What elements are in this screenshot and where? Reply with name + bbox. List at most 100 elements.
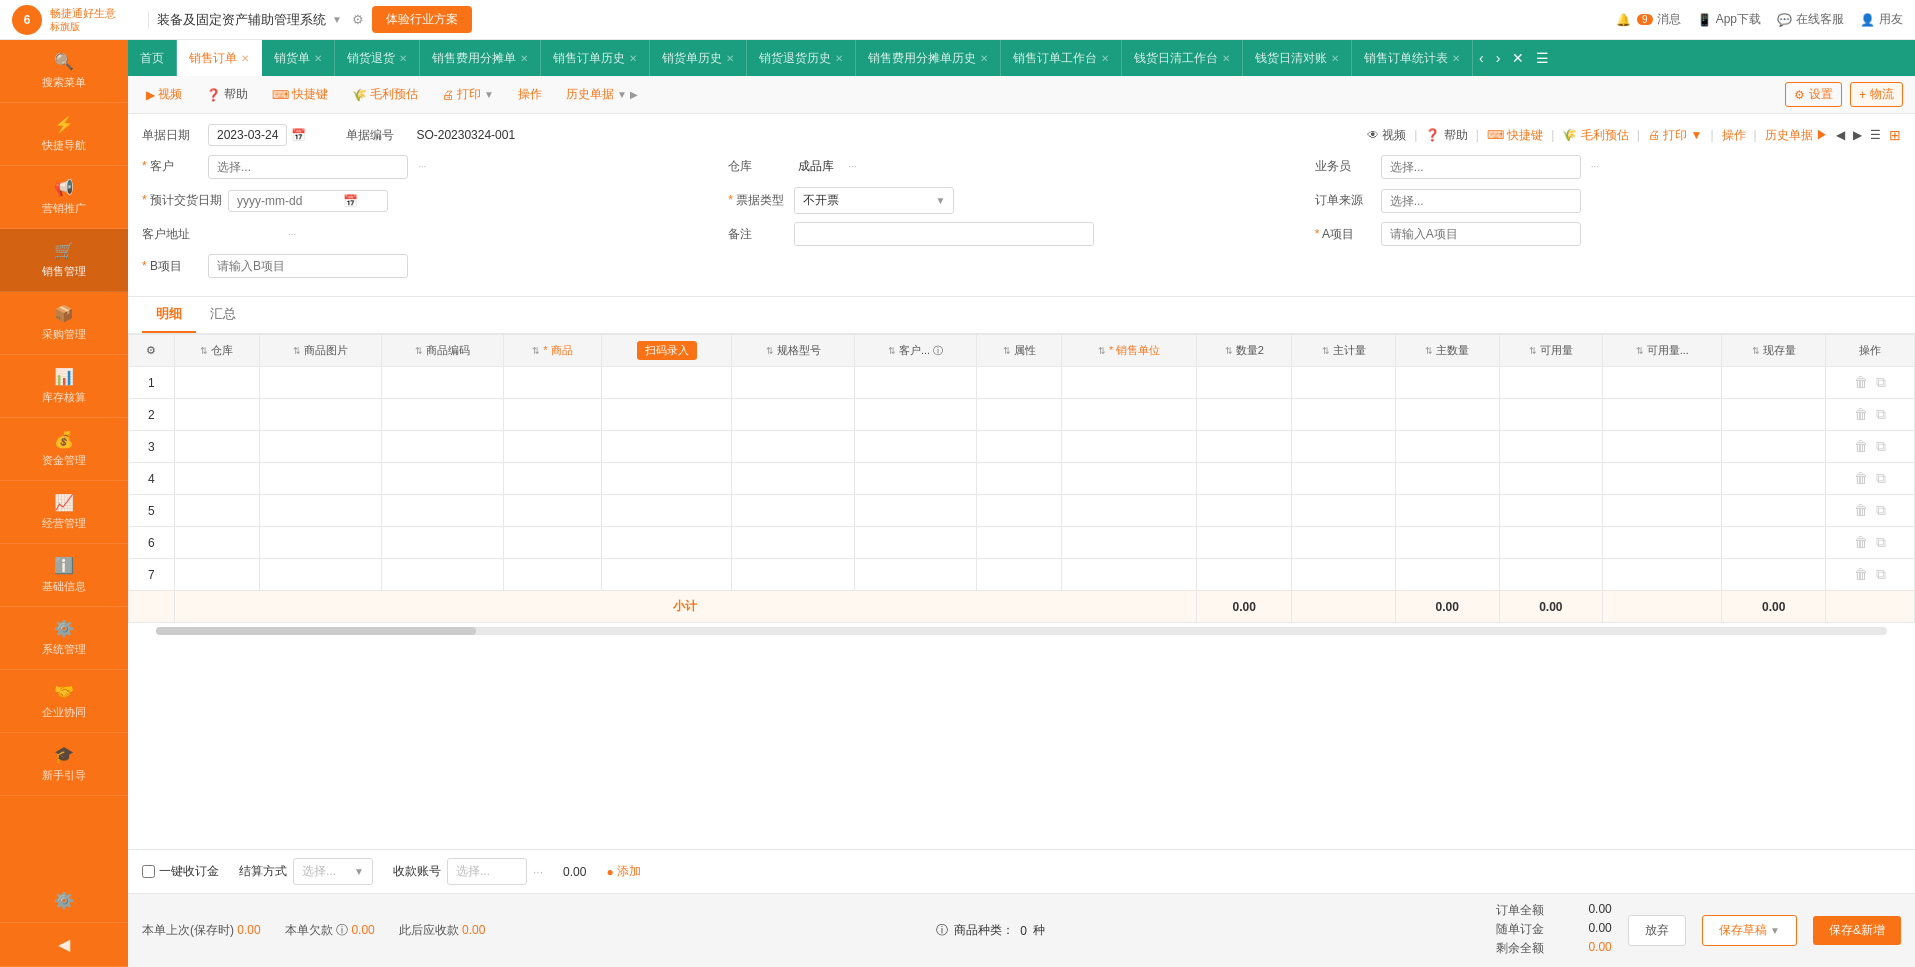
row-delete-5[interactable]: 🗑 <box>1854 502 1868 518</box>
view-btn[interactable]: ▶ 视频 <box>140 84 188 105</box>
tab-close-sales-shipment[interactable]: ✕ <box>314 53 322 64</box>
b-project-input[interactable] <box>208 254 408 278</box>
tab-sales-return[interactable]: 销货退货 ✕ <box>335 40 420 76</box>
tab-return-history[interactable]: 销货退货历史 ✕ <box>747 40 856 76</box>
fast-key-icon[interactable]: ⌨ 快捷键 <box>1487 127 1543 144</box>
tab-sales-order-history[interactable]: 销售订单历史 ✕ <box>541 40 650 76</box>
tab-close-shipment-history[interactable]: ✕ <box>726 53 734 64</box>
sidebar-item-guide[interactable]: 🎓 新手引导 <box>0 733 128 796</box>
th-spec[interactable]: ⇅规格型号 <box>732 335 854 367</box>
add-material-btn[interactable]: + 物流 <box>1850 82 1903 107</box>
sidebar-item-basic-info[interactable]: ℹ️ 基础信息 <box>0 544 128 607</box>
tab-summary[interactable]: 汇总 <box>196 297 250 333</box>
row-copy-3[interactable]: ⧉ <box>1876 438 1886 454</box>
delivery-date-input[interactable] <box>237 194 337 208</box>
payment-method-select[interactable]: 选择... ▼ <box>293 858 373 885</box>
tab-home[interactable]: 首页 <box>128 40 177 76</box>
sidebar-item-quick-nav[interactable]: ⚡ 快捷导航 <box>0 103 128 166</box>
app-download-btn[interactable]: 📱 App下载 <box>1697 11 1761 28</box>
th-settings[interactable]: ⚙ <box>129 335 175 367</box>
th-unit[interactable]: ⇅* 销售单位 <box>1062 335 1197 367</box>
ticket-arrow-icon[interactable]: ▼ <box>935 195 945 206</box>
tab-detail[interactable]: 明细 <box>142 297 196 333</box>
th-main-qty[interactable]: ⇅主数量 <box>1395 335 1499 367</box>
list-view-icon[interactable]: ☰ <box>1870 128 1881 142</box>
row-copy-7[interactable]: ⧉ <box>1876 566 1886 582</box>
a-project-input[interactable] <box>1381 222 1581 246</box>
sidebar-item-management[interactable]: 📈 经营管理 <box>0 481 128 544</box>
table-scrollbar[interactable] <box>156 627 1887 635</box>
th-product[interactable]: ⇅* 商品 <box>504 335 601 367</box>
th-warehouse[interactable]: ⇅仓库 <box>174 335 259 367</box>
date-value[interactable]: 2023-03-24 <box>208 124 287 146</box>
profit-btn[interactable]: 🌾 毛利预估 <box>346 84 424 105</box>
row-delete-7[interactable]: 🗑 <box>1854 566 1868 582</box>
shortcut-btn[interactable]: ⌨ 快捷键 <box>266 84 334 105</box>
staff-dots[interactable]: ··· <box>1591 161 1599 172</box>
sidebar-item-search[interactable]: 🔍 搜索菜单 <box>0 40 128 103</box>
sidebar-item-enterprise[interactable]: 🤝 企业协同 <box>0 670 128 733</box>
help-form-icon[interactable]: ❓ 帮助 <box>1425 127 1467 144</box>
tab-sales-stats[interactable]: 销售订单统计表 ✕ <box>1352 40 1473 76</box>
row-copy-4[interactable]: ⧉ <box>1876 470 1886 486</box>
print-btn[interactable]: 🖨 打印 ▼ <box>436 84 500 105</box>
tab-sales-expense[interactable]: 销售费用分摊单 ✕ <box>420 40 541 76</box>
operation-btn[interactable]: 操作 <box>512 84 548 105</box>
tab-shipment-history[interactable]: 销货单历史 ✕ <box>650 40 747 76</box>
tab-close-sales-order[interactable]: ✕ <box>241 53 249 64</box>
tab-close-return-history[interactable]: ✕ <box>835 53 843 64</box>
address-dots[interactable]: ··· <box>288 229 296 240</box>
order-source-input[interactable] <box>1381 189 1581 213</box>
nav-form-left[interactable]: ◀ <box>1836 128 1845 142</box>
th-attr[interactable]: ⇅属性 <box>977 335 1062 367</box>
customer-dots[interactable]: ··· <box>418 161 426 172</box>
calendar-icon[interactable]: 📅 <box>291 128 306 142</box>
th-current[interactable]: ⇅现存量 <box>1722 335 1826 367</box>
sidebar-item-marketing[interactable]: 📢 营销推广 <box>0 166 128 229</box>
column-settings-icon[interactable]: ⚙ <box>146 344 156 356</box>
history-form-icon[interactable]: 历史单据 ▶ <box>1765 127 1828 144</box>
info-footer-icon[interactable]: ⓘ <box>336 923 348 937</box>
tab-next-btn[interactable]: › <box>1490 50 1507 66</box>
tab-sales-workbench[interactable]: 销售订单工作台 ✕ <box>1001 40 1122 76</box>
tab-close-expense-history[interactable]: ✕ <box>980 53 988 64</box>
th-available2[interactable]: ⇅可用量... <box>1603 335 1722 367</box>
nav-form-right[interactable]: ▶ <box>1853 128 1862 142</box>
sidebar-item-purchase[interactable]: 📦 采购管理 <box>0 292 128 355</box>
tab-daily-workbench[interactable]: 钱货日清工作台 ✕ <box>1122 40 1243 76</box>
one-click-checkbox[interactable] <box>142 865 155 878</box>
tab-close-all-btn[interactable]: ✕ <box>1506 50 1530 66</box>
print-form-icon[interactable]: 🖨 打印 ▼ <box>1648 127 1703 144</box>
profit-form-icon[interactable]: 🌾 毛利预估 <box>1562 127 1628 144</box>
row-copy-6[interactable]: ⧉ <box>1876 534 1886 550</box>
th-qty2[interactable]: ⇅数量2 <box>1197 335 1292 367</box>
user-menu[interactable]: 👤 用友 <box>1860 11 1903 28</box>
tab-close-sales-return[interactable]: ✕ <box>399 53 407 64</box>
gear-icon[interactable]: ⚙ <box>352 12 364 27</box>
industry-btn[interactable]: 体验行业方案 <box>372 6 472 33</box>
goods-count-icon[interactable]: ⓘ <box>936 922 948 939</box>
add-payment-btn[interactable]: ● 添加 <box>606 863 640 880</box>
row-copy-5[interactable]: ⧉ <box>1876 502 1886 518</box>
tab-close-daily-reconcile[interactable]: ✕ <box>1331 53 1339 64</box>
warehouse-dots[interactable]: ··· <box>848 161 856 172</box>
th-customer-code[interactable]: ⇅客户... ⓘ <box>854 335 977 367</box>
tab-expense-history[interactable]: 销售费用分摊单历史 ✕ <box>856 40 1001 76</box>
notification-btn[interactable]: 🔔 9 9 消息 <box>1616 11 1681 28</box>
sidebar-item-finance[interactable]: 💰 资金管理 <box>0 418 128 481</box>
sidebar-item-inventory[interactable]: 📊 库存核算 <box>0 355 128 418</box>
customer-input[interactable] <box>208 155 408 179</box>
form-settings-btn[interactable]: ⚙ ⚙ 设置 设置 <box>1785 82 1842 107</box>
info-col-icon[interactable]: ⓘ <box>933 345 943 356</box>
tab-sales-shipment[interactable]: 销货单 ✕ <box>262 40 335 76</box>
view-mode-icon[interactable]: 👁 视频 <box>1367 127 1406 144</box>
help-btn[interactable]: ❓ 帮助 <box>200 84 254 105</box>
tab-close-sales-workbench[interactable]: ✕ <box>1101 53 1109 64</box>
tab-close-sales-order-history[interactable]: ✕ <box>629 53 637 64</box>
bank-account-select[interactable]: 选择... <box>447 858 527 885</box>
th-image[interactable]: ⇅商品图片 <box>259 335 381 367</box>
tab-menu-btn[interactable]: ☰ <box>1530 50 1555 66</box>
payment-amount[interactable]: 0.00 <box>563 865 586 879</box>
tab-sales-order[interactable]: 销售订单 ✕ <box>177 40 262 76</box>
tab-prev-btn[interactable]: ‹ <box>1473 50 1490 66</box>
